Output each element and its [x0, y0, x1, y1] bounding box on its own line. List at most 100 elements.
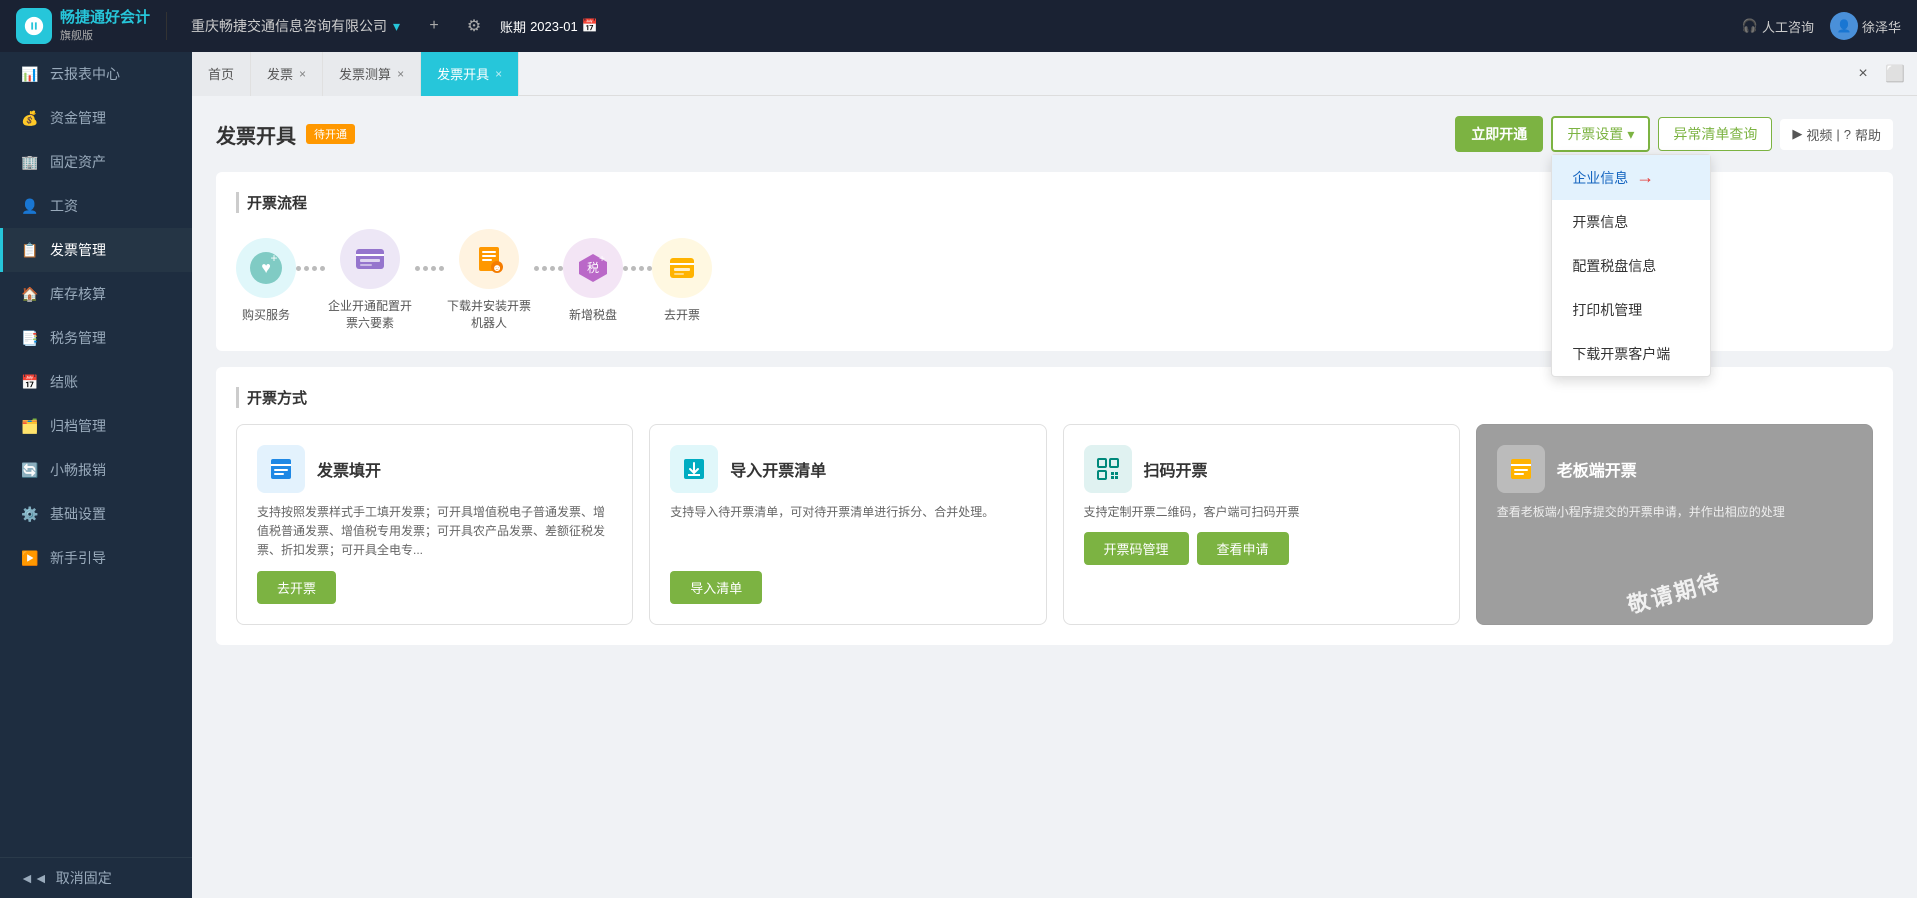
sidebar-item-fixed-asset[interactable]: 🏢 固定资产: [0, 140, 192, 184]
top-right-actions: 🎧 人工咨询 👤 徐泽华: [1742, 12, 1901, 40]
top-bar: 畅捷通好会计 旗舰版 重庆畅捷交通信息咨询有限公司 ▾ + ⚙ 账期 2023-…: [0, 0, 1917, 52]
tab-home[interactable]: 首页: [192, 52, 251, 96]
dropdown-item-download-client[interactable]: 下载开票客户端: [1552, 332, 1710, 376]
sidebar-item-guide[interactable]: ▶️ 新手引导: [0, 536, 192, 580]
tab-close-icon[interactable]: ×: [397, 67, 404, 81]
import-icon: [670, 445, 718, 493]
payroll-icon: 👤: [20, 196, 40, 216]
top-divider: [166, 12, 167, 40]
step1-label: 购买服务: [242, 306, 290, 323]
dropdown-item-printer[interactable]: 打印机管理: [1552, 288, 1710, 332]
page-title: 发票开具: [216, 120, 296, 149]
sidebar-item-cloud-report[interactable]: 📊 云报表中心: [0, 52, 192, 96]
sidebar-item-fund[interactable]: 💰 资金管理: [0, 96, 192, 140]
question-icon: ?: [1844, 127, 1851, 142]
flow-step-2: 企业开通配置开票六要素: [325, 229, 415, 331]
dropdown-item-company-info[interactable]: 企业信息 →: [1552, 155, 1710, 200]
tab-invoice-test[interactable]: 发票测算 ×: [323, 52, 421, 96]
tab-close-icon[interactable]: ×: [495, 67, 502, 81]
pin-icon: ◄◄: [20, 870, 48, 886]
chevron-down-icon: ▾: [1627, 126, 1634, 143]
inventory-icon: 🏠: [20, 284, 40, 304]
qr-manage-btn[interactable]: 开票码管理: [1084, 532, 1189, 565]
sidebar-label: 固定资产: [50, 152, 106, 172]
sidebar-item-inventory[interactable]: 🏠 库存核算: [0, 272, 192, 316]
fill-invoice-btn[interactable]: 去开票: [257, 571, 336, 604]
header-actions: 立即开通 开票设置 ▾ 企业信息 →: [1455, 116, 1893, 152]
svg-text:☻: ☻: [492, 263, 503, 274]
sidebar-item-payroll[interactable]: 👤 工资: [0, 184, 192, 228]
import-desc: 支持导入待开票清单，可对待开票清单进行拆分、合并处理。: [670, 503, 1025, 522]
view-apply-btn[interactable]: 查看申请: [1197, 532, 1289, 565]
tab-invoice[interactable]: 发票 ×: [251, 52, 323, 96]
tab-invoice-open[interactable]: 发票开具 ×: [421, 52, 519, 96]
sidebar-label: 发票管理: [50, 240, 106, 260]
boss-desc: 查看老板端小程序提交的开票申请，并作出相应的处理: [1497, 503, 1852, 522]
method-card-scan: 扫码开票 支持定制开票二维码，客户端可扫码开票 开票码管理 查看申请: [1063, 424, 1460, 625]
sidebar-label: 云报表中心: [50, 64, 120, 84]
step5-label: 去开票: [664, 306, 700, 323]
unpin-btn[interactable]: ◄◄ 取消固定: [0, 857, 192, 898]
sidebar-label: 结账: [50, 372, 78, 392]
sidebar-item-archive[interactable]: 🗂️ 归档管理: [0, 404, 192, 448]
status-badge: 待开通: [306, 124, 355, 144]
scan-icon: [1084, 445, 1132, 493]
report-icon: 🔄: [20, 460, 40, 480]
add-company-btn[interactable]: +: [420, 12, 448, 40]
step4-label: 新增税盘: [569, 306, 617, 323]
step4-icon: 税 +: [563, 238, 623, 298]
company-selector[interactable]: 重庆畅捷交通信息咨询有限公司 ▾: [183, 12, 408, 40]
gear-icon: ⚙️: [20, 504, 40, 524]
sidebar-item-settle[interactable]: 📅 结账: [0, 360, 192, 404]
sidebar-item-invoice[interactable]: 📋 发票管理: [0, 228, 192, 272]
video-btn[interactable]: ▶ 视频 | ? 帮助: [1780, 119, 1893, 150]
close-all-tabs-btn[interactable]: ×: [1849, 60, 1877, 88]
arrow-icon: →: [1636, 167, 1654, 187]
sidebar-item-settings[interactable]: ⚙️ 基础设置: [0, 492, 192, 536]
fill-invoice-icon: [257, 445, 305, 493]
sidebar-label: 税务管理: [50, 328, 106, 348]
fund-icon: 💰: [20, 108, 40, 128]
sidebar-label: 资金管理: [50, 108, 106, 128]
invoice-settings-btn[interactable]: 开票设置 ▾: [1551, 116, 1650, 152]
flow-step-5: 去开票: [652, 238, 712, 323]
method-card-fill: 发票填开 支持按照发票样式手工填开发票；可开具增值税电子普通发票、增值税普通发票…: [236, 424, 633, 625]
sidebar-item-tax[interactable]: 📑 税务管理: [0, 316, 192, 360]
logo-sub: 旗舰版: [60, 27, 150, 43]
tab-bar-actions: × ⬜: [1849, 60, 1917, 88]
tab-bar: 首页 发票 × 发票测算 × 发票开具 × × ⬜: [192, 52, 1917, 96]
step3-label: 下载并安装开票机器人: [444, 297, 534, 331]
sidebar-label: 库存核算: [50, 284, 106, 304]
fill-desc: 支持按照发票样式手工填开发票；可开具增值税电子普通发票、增值税普通发票、增值税专…: [257, 503, 612, 561]
asset-icon: 🏢: [20, 152, 40, 172]
dropdown-item-invoice-info[interactable]: 开票信息: [1552, 200, 1710, 244]
method-cards: 发票填开 支持按照发票样式手工填开发票；可开具增值税电子普通发票、增值税普通发票…: [236, 424, 1873, 625]
sidebar: 📊 云报表中心 💰 资金管理 🏢 固定资产 👤 工资 📋 发票管理: [0, 52, 192, 898]
user-profile[interactable]: 👤 徐泽华: [1830, 12, 1901, 40]
logo[interactable]: 畅捷通好会计 旗舰版: [16, 8, 150, 44]
settings-btn[interactable]: ⚙: [460, 12, 488, 40]
chevron-down-icon: ▾: [393, 18, 400, 35]
sidebar-label: 新手引导: [50, 548, 106, 568]
sidebar-label: 基础设置: [50, 504, 106, 524]
tax-icon: 📑: [20, 328, 40, 348]
activate-btn[interactable]: 立即开通: [1455, 116, 1543, 152]
svg-text:♥: ♥: [261, 260, 271, 277]
scan-title: 扫码开票: [1144, 457, 1208, 481]
dropdown-item-tax-config[interactable]: 配置税盘信息: [1552, 244, 1710, 288]
connector4: [623, 266, 652, 271]
import-title: 导入开票清单: [730, 457, 826, 481]
sidebar-item-report[interactable]: 🔄 小畅报销: [0, 448, 192, 492]
scan-desc: 支持定制开票二维码，客户端可扫码开票: [1084, 503, 1439, 522]
page-title-area: 发票开具 待开通: [216, 120, 355, 149]
step5-icon: [652, 238, 712, 298]
method-card-import: 导入开票清单 支持导入待开票清单，可对待开票清单进行拆分、合并处理。 导入清单: [649, 424, 1046, 625]
connector2: [415, 266, 444, 271]
connector3: [534, 266, 563, 271]
exception-list-btn[interactable]: 异常清单查询: [1658, 117, 1772, 151]
methods-section-title: 开票方式: [236, 387, 1873, 408]
maximize-btn[interactable]: ⬜: [1881, 60, 1909, 88]
tab-close-icon[interactable]: ×: [299, 67, 306, 81]
import-list-btn[interactable]: 导入清单: [670, 571, 762, 604]
human-consult-btn[interactable]: 🎧 人工咨询: [1742, 17, 1814, 36]
